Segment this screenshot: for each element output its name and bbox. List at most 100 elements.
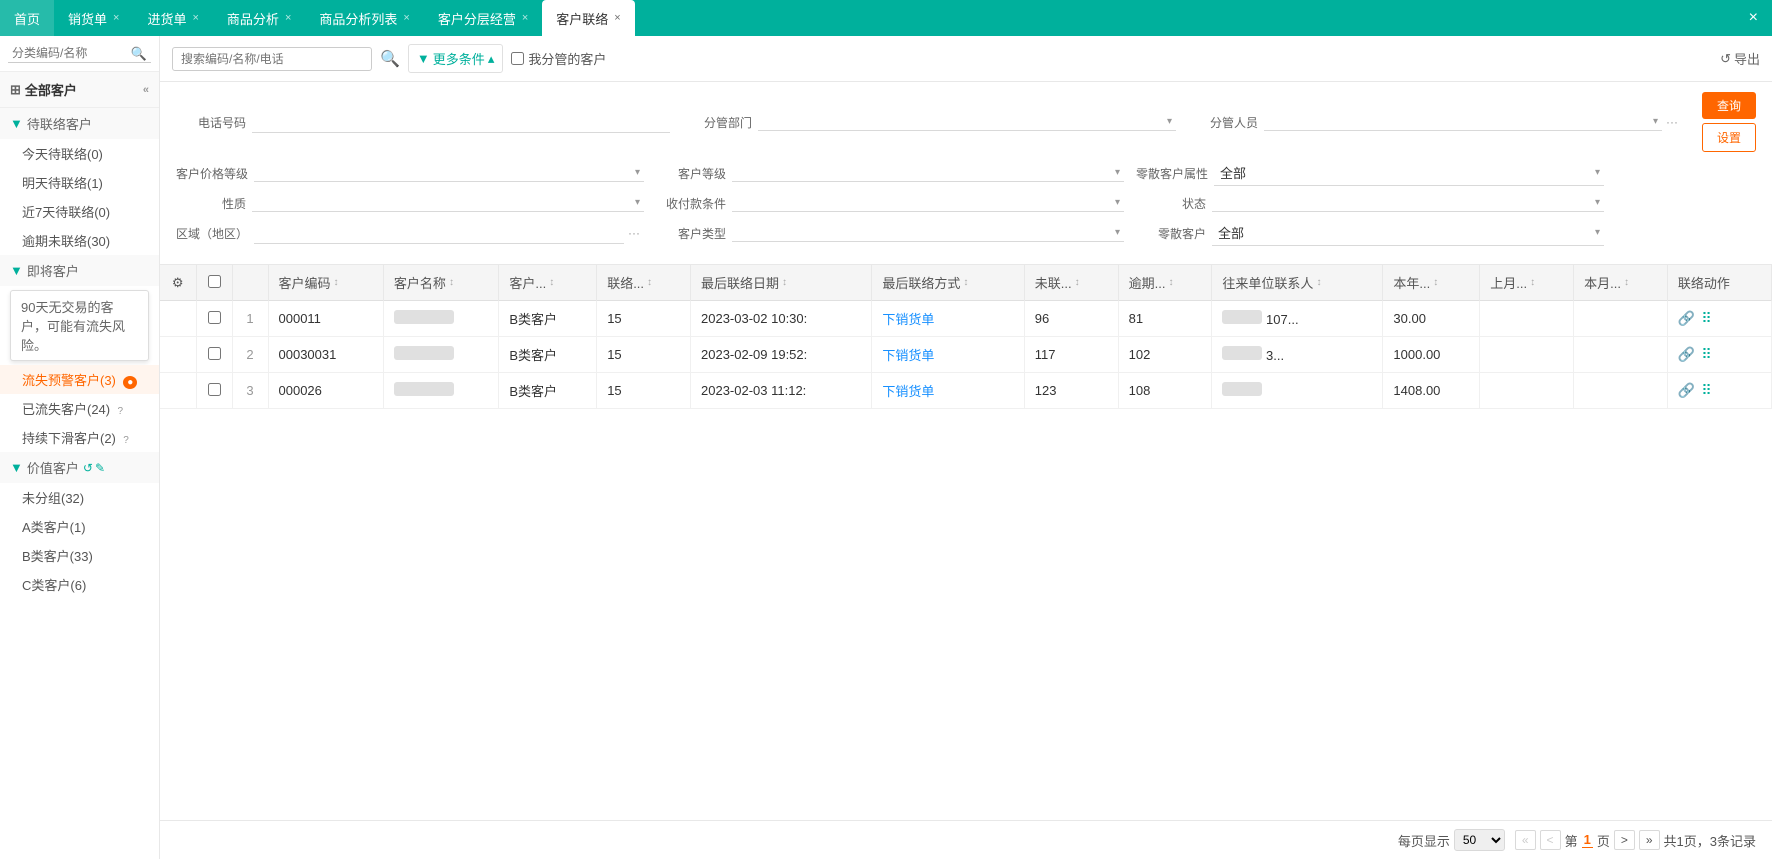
row-checkbox-cell-1[interactable] [196,337,232,373]
action-link-icon-2[interactable]: 🔗 [1678,382,1695,399]
filter-customer-type-select[interactable]: ▾ [732,224,1124,242]
tab-customer-contact[interactable]: 客户联络 × [542,0,634,36]
sidebar-search-input[interactable] [8,44,151,63]
sidebar-item-c-class[interactable]: C类客户(6) [0,570,159,599]
tab-analysis-list[interactable]: 商品分析列表 × [305,0,423,36]
th-current-year[interactable]: 本年... ↕ [1383,265,1480,301]
th-contact[interactable]: 联络... ↕ [597,265,691,301]
th-checkbox[interactable] [196,265,232,301]
sidebar-item-b-class[interactable]: B类客户(33) [0,541,159,570]
tab-customer-segment[interactable]: 客户分层经营 × [424,0,542,36]
my-customers-filter[interactable]: 我分管的客户 [511,49,606,68]
settings-icon[interactable]: ⚙ [172,275,184,290]
export-button[interactable]: ↺ 导出 [1720,49,1760,68]
row-checkbox-1[interactable] [208,347,221,360]
filter-region-input[interactable] [254,223,624,244]
tab-close-customer-segment[interactable]: × [522,12,528,24]
filter-retail-customer-select[interactable]: 全部 ▾ [1212,220,1604,246]
filter-phone-input[interactable] [252,112,670,133]
action-link-icon-0[interactable]: 🔗 [1678,310,1695,327]
sidebar-item-a-class[interactable]: A类客户(1) [0,512,159,541]
th-overdue[interactable]: 逾期... ↕ [1118,265,1212,301]
action-grid-icon-0[interactable]: ⠿ [1701,310,1711,327]
row-checkbox-2[interactable] [208,383,221,396]
sidebar-item-today[interactable]: 今天待联络(0) [0,139,159,168]
sidebar-item-tomorrow[interactable]: 明天待联络(1) [0,168,159,197]
row-current-month-1 [1574,337,1668,373]
filter-dept-select[interactable]: ▾ [758,113,1176,131]
tab-close-purchase[interactable]: × [192,12,198,24]
th-settings[interactable]: ⚙ [160,265,196,301]
select-all-checkbox[interactable] [208,275,221,288]
filter-retail-attr-select[interactable]: 全部 ▾ [1214,160,1604,186]
manager-dropdown-icon: ▾ [1653,116,1658,127]
sort-overdue-icon: ↕ [1168,277,1173,288]
filter-price-level-select[interactable]: ▾ [254,164,644,182]
row-checkbox-cell-2[interactable] [196,373,232,409]
pagination-prev-button[interactable]: < [1540,830,1561,850]
th-last-contact-date[interactable]: 最后联络日期 ↕ [691,265,872,301]
sidebar-section-pending[interactable]: ▼ 待联络客户 [0,108,159,139]
price-level-dropdown-icon: ▾ [635,167,640,178]
th-current-month[interactable]: 本月... ↕ [1574,265,1668,301]
filter-customer-level-select[interactable]: ▾ [732,164,1124,182]
th-contacts[interactable]: 往来单位联系人 ↕ [1212,265,1383,301]
region-dots-button[interactable]: ··· [624,226,644,240]
pagination-last-button[interactable]: » [1639,830,1660,850]
th-last-contact-type[interactable]: 最后联络方式 ↕ [872,265,1024,301]
my-customers-checkbox[interactable] [511,52,524,65]
row-last-contact-type-0[interactable]: 下销货单 [872,301,1024,337]
settings-button[interactable]: 设置 [1702,123,1756,152]
query-button[interactable]: 查询 [1702,92,1756,119]
sidebar-section-value[interactable]: ▼ 价值客户 ↺ ✎ [0,452,159,483]
sort-current-month-icon: ↕ [1624,277,1629,288]
tab-home[interactable]: 首页 [0,0,54,36]
customer-table: ⚙ 客户编码 ↕ [160,265,1772,409]
action-grid-icon-1[interactable]: ⠿ [1701,346,1711,363]
th-customer-type[interactable]: 客户... ↕ [499,265,597,301]
sidebar-all-customers[interactable]: ⊞ 全部客户 « [0,72,159,108]
page-size-select[interactable]: 50 100 200 [1454,829,1505,851]
row-num-0: 1 [232,301,268,337]
row-checkbox-0[interactable] [208,311,221,324]
action-grid-icon-2[interactable]: ⠿ [1701,382,1711,399]
tab-purchase[interactable]: 进货单 × [133,0,212,36]
row-last-contact-type-2[interactable]: 下销货单 [872,373,1024,409]
filter-nature-select[interactable]: ▾ [252,194,644,212]
filter-more-conditions-button[interactable]: ▼ 更多条件 ▴ [408,44,503,73]
filter-search-button[interactable]: 🔍 [380,49,400,69]
th-last-month[interactable]: 上月... ↕ [1480,265,1574,301]
sidebar-item-at-risk[interactable]: 流失预警客户(3) ● [0,365,159,394]
filter-payment-select[interactable]: ▾ [732,194,1124,212]
pagination-first-button[interactable]: « [1515,830,1536,850]
tab-analysis[interactable]: 商品分析 × [213,0,305,36]
th-name[interactable]: 客户名称 ↕ [383,265,498,301]
sidebar-item-unsorted[interactable]: 未分组(32) [0,483,159,512]
tab-sales[interactable]: 销货单 × [54,0,133,36]
sidebar-item-declining[interactable]: 持续下滑客户(2) ? [0,423,159,452]
filter-manager-select[interactable]: ▾ [1264,113,1662,131]
sidebar-item-overdue[interactable]: 逾期未联络(30) [0,226,159,255]
th-no-contact[interactable]: 未联... ↕ [1024,265,1118,301]
pagination-next-button[interactable]: > [1614,830,1635,850]
tab-close-customer-contact[interactable]: × [614,12,620,24]
filter-status-select[interactable]: ▾ [1212,194,1604,212]
pagination: « < 第 1 页 > » 共1页，3条记录 [1515,830,1756,850]
sidebar-item-lost[interactable]: 已流失客户(24) ? [0,394,159,423]
tab-close-analysis-list[interactable]: × [403,12,409,24]
sidebar-item-week[interactable]: 近7天待联络(0) [0,197,159,226]
row-last-contact-type-1[interactable]: 下销货单 [872,337,1024,373]
data-table-container: ⚙ 客户编码 ↕ [160,265,1772,820]
th-code[interactable]: 客户编码 ↕ [268,265,383,301]
manager-dots-button[interactable]: ··· [1662,115,1682,129]
action-link-icon-1[interactable]: 🔗 [1678,346,1695,363]
row-checkbox-cell-0[interactable] [196,301,232,337]
filter-region: 区域（地区） ··· [176,223,644,244]
window-close-button[interactable]: × [1735,9,1772,27]
sidebar-section-lost[interactable]: ▼ 即将客户 [0,255,159,286]
row-name-1 [383,337,498,373]
row-contacts-0: 107... [1212,301,1383,337]
filter-search-input[interactable] [172,47,372,71]
tab-close-analysis[interactable]: × [285,12,291,24]
tab-close-sales[interactable]: × [113,12,119,24]
